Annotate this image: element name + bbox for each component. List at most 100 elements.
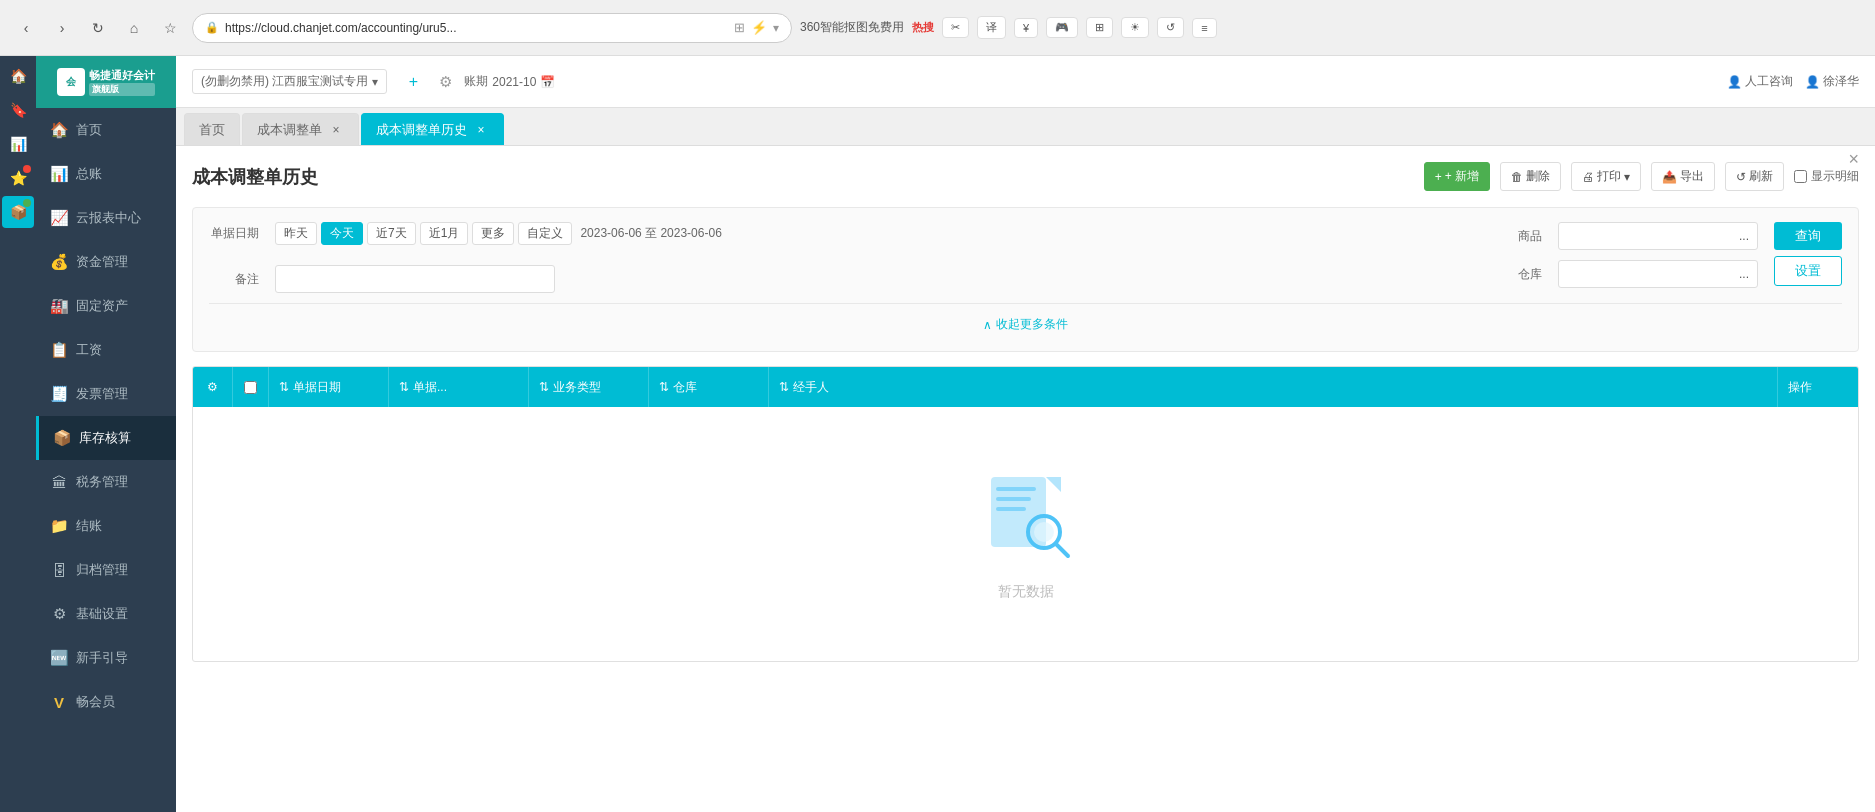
tab-cost-adjust-close[interactable]: × bbox=[328, 122, 344, 138]
remark-input[interactable] bbox=[275, 265, 555, 293]
address-bar[interactable]: 🔒 https://cloud.chanjet.com/accounting/u… bbox=[192, 13, 792, 43]
refresh-label: 刷新 bbox=[1749, 168, 1773, 185]
tab-home-label: 首页 bbox=[199, 121, 225, 139]
sort-icon-handler: ⇅ bbox=[779, 380, 789, 394]
th-handler[interactable]: ⇅ 经手人 bbox=[769, 367, 1778, 407]
undo-tool[interactable]: ↺ bbox=[1157, 17, 1184, 38]
game-tool[interactable]: 🎮 bbox=[1046, 17, 1078, 38]
support-link[interactable]: 👤 人工咨询 bbox=[1727, 73, 1793, 90]
sidebar-label-home: 首页 bbox=[76, 121, 102, 139]
browser-tools: 360智能抠图免费用 热搜 ✂ 译 ¥ 🎮 ⊞ ☀ ↺ ≡ bbox=[800, 16, 1217, 39]
sidebar-item-home[interactable]: 🏠 首页 bbox=[36, 108, 176, 152]
empty-state: 暂无数据 bbox=[193, 407, 1858, 661]
wallet-tool[interactable]: ¥ bbox=[1014, 18, 1038, 38]
today-btn[interactable]: 今天 bbox=[321, 222, 363, 245]
sidebar-item-guide[interactable]: 🆕 新手引导 bbox=[36, 636, 176, 680]
table-checkbox-cell[interactable] bbox=[233, 367, 269, 407]
sidebar-item-inventory[interactable]: 📦 库存核算 bbox=[36, 416, 176, 460]
sidebar: 会 畅捷通好会计 旗舰版 🏠 首页 📊 总账 📈 云报表中心 💰 资金管理 🏭 … bbox=[36, 56, 176, 812]
sidebar-item-settings[interactable]: ⚙ 基础设置 bbox=[36, 592, 176, 636]
th-no-label: 单据... bbox=[413, 379, 447, 396]
th-warehouse[interactable]: ⇅ 仓库 bbox=[649, 367, 769, 407]
company-selector[interactable]: (勿删勿禁用) 江西服宝测试专用 ▾ bbox=[192, 69, 387, 94]
back-button[interactable]: ‹ bbox=[12, 14, 40, 42]
warehouse-selector[interactable]: ... bbox=[1558, 260, 1758, 288]
menu-tool[interactable]: ≡ bbox=[1192, 18, 1216, 38]
th-type[interactable]: ⇅ 业务类型 bbox=[529, 367, 649, 407]
main-content: (勿删勿禁用) 江西服宝测试专用 ▾ + ⚙ 账期 2021-10 📅 👤 人工… bbox=[176, 56, 1875, 812]
th-handler-label: 经手人 bbox=[793, 379, 829, 396]
sidebar-item-tax[interactable]: 🏛 税务管理 bbox=[36, 460, 176, 504]
grid-tool[interactable]: ⊞ bbox=[1086, 17, 1113, 38]
th-no[interactable]: ⇅ 单据... bbox=[389, 367, 529, 407]
table-header: ⚙ ⇅ 单据日期 ⇅ 单据... ⇅ 业务类型 bbox=[193, 367, 1858, 407]
collapse-button[interactable]: ∧ 收起更多条件 bbox=[983, 312, 1068, 337]
query-button[interactable]: 查询 bbox=[1774, 222, 1842, 250]
theme-tool[interactable]: ☀ bbox=[1121, 17, 1149, 38]
th-date[interactable]: ⇅ 单据日期 bbox=[269, 367, 389, 407]
home-button[interactable]: ⌂ bbox=[120, 14, 148, 42]
filter-row-warehouse: 仓库 ... bbox=[1492, 260, 1758, 288]
sidebar-item-closing[interactable]: 📁 结账 bbox=[36, 504, 176, 548]
print-button[interactable]: 🖨 打印 ▾ bbox=[1571, 162, 1641, 191]
star-button[interactable]: ☆ bbox=[156, 14, 184, 42]
scissors-tool[interactable]: ✂ bbox=[942, 17, 969, 38]
reports-icon: 📈 bbox=[50, 209, 68, 227]
forward-button[interactable]: › bbox=[48, 14, 76, 42]
search-label: 360智能抠图免费用 bbox=[800, 19, 904, 36]
empty-text: 暂无数据 bbox=[998, 583, 1054, 601]
mini-chart-icon[interactable]: 📊 bbox=[2, 128, 34, 160]
new-button[interactable]: + + 新增 bbox=[1424, 162, 1490, 191]
translate-tool[interactable]: 译 bbox=[977, 16, 1006, 39]
week-btn[interactable]: 近7天 bbox=[367, 222, 416, 245]
window-close-button[interactable]: × bbox=[1840, 145, 1867, 174]
mini-active-icon[interactable]: 📦 bbox=[2, 196, 34, 228]
print-icon: 🖨 bbox=[1582, 170, 1594, 184]
table-settings-icon: ⚙ bbox=[207, 380, 218, 394]
grid-icon: ⊞ bbox=[734, 20, 745, 35]
select-all-checkbox[interactable] bbox=[244, 381, 257, 394]
tab-cost-adjust[interactable]: 成本调整单 × bbox=[242, 113, 359, 145]
refresh-button[interactable]: ↻ bbox=[84, 14, 112, 42]
warehouse-ellipsis: ... bbox=[1739, 267, 1749, 281]
th-warehouse-label: 仓库 bbox=[673, 379, 697, 396]
user-menu[interactable]: 👤 徐泽华 bbox=[1805, 73, 1859, 90]
support-icon: 👤 bbox=[1727, 75, 1742, 89]
settings-gear-icon[interactable]: ⚙ bbox=[439, 73, 452, 91]
delete-button[interactable]: 🗑 删除 bbox=[1500, 162, 1561, 191]
sidebar-item-member[interactable]: V 畅会员 bbox=[36, 680, 176, 724]
calendar-icon[interactable]: 📅 bbox=[540, 75, 555, 89]
member-icon: V bbox=[50, 694, 68, 711]
sidebar-item-assets[interactable]: 🏭 固定资产 bbox=[36, 284, 176, 328]
sidebar-item-reports[interactable]: 📈 云报表中心 bbox=[36, 196, 176, 240]
yesterday-btn[interactable]: 昨天 bbox=[275, 222, 317, 245]
filter-row-goods: 商品 ... bbox=[1492, 222, 1758, 250]
filter-row-remark: 备注 bbox=[209, 265, 1436, 293]
export-button[interactable]: 📤 导出 bbox=[1651, 162, 1715, 191]
sidebar-item-archive[interactable]: 🗄 归档管理 bbox=[36, 548, 176, 592]
tab-cost-adjust-history-close[interactable]: × bbox=[473, 122, 489, 138]
mini-star-icon[interactable]: ⭐ bbox=[2, 162, 34, 194]
tab-bar: 首页 成本调整单 × 成本调整单历史 × × bbox=[176, 108, 1875, 146]
custom-btn[interactable]: 自定义 bbox=[518, 222, 572, 245]
show-col-checkbox[interactable] bbox=[1794, 170, 1807, 183]
sidebar-item-capital[interactable]: 💰 资金管理 bbox=[36, 240, 176, 284]
settings-icon: ⚙ bbox=[50, 605, 68, 623]
sidebar-label-tax: 税务管理 bbox=[76, 473, 128, 491]
filter-settings-button[interactable]: 设置 bbox=[1774, 256, 1842, 286]
add-company-button[interactable]: + bbox=[399, 68, 427, 96]
sidebar-item-salary[interactable]: 📋 工资 bbox=[36, 328, 176, 372]
mini-bookmark-icon[interactable]: 🔖 bbox=[2, 94, 34, 126]
tab-cost-adjust-history[interactable]: 成本调整单历史 × bbox=[361, 113, 504, 145]
sidebar-item-ledger[interactable]: 📊 总账 bbox=[36, 152, 176, 196]
collapse-label: 收起更多条件 bbox=[996, 316, 1068, 333]
mini-home-icon[interactable]: 🏠 bbox=[2, 60, 34, 92]
refresh-button[interactable]: ↺ 刷新 bbox=[1725, 162, 1784, 191]
month-btn[interactable]: 近1月 bbox=[420, 222, 469, 245]
goods-selector[interactable]: ... bbox=[1558, 222, 1758, 250]
filter-action-buttons: 查询 设置 bbox=[1774, 222, 1842, 286]
sidebar-item-invoice[interactable]: 🧾 发票管理 bbox=[36, 372, 176, 416]
table-settings-cell[interactable]: ⚙ bbox=[193, 367, 233, 407]
more-btn[interactable]: 更多 bbox=[472, 222, 514, 245]
tab-home[interactable]: 首页 bbox=[184, 113, 240, 145]
